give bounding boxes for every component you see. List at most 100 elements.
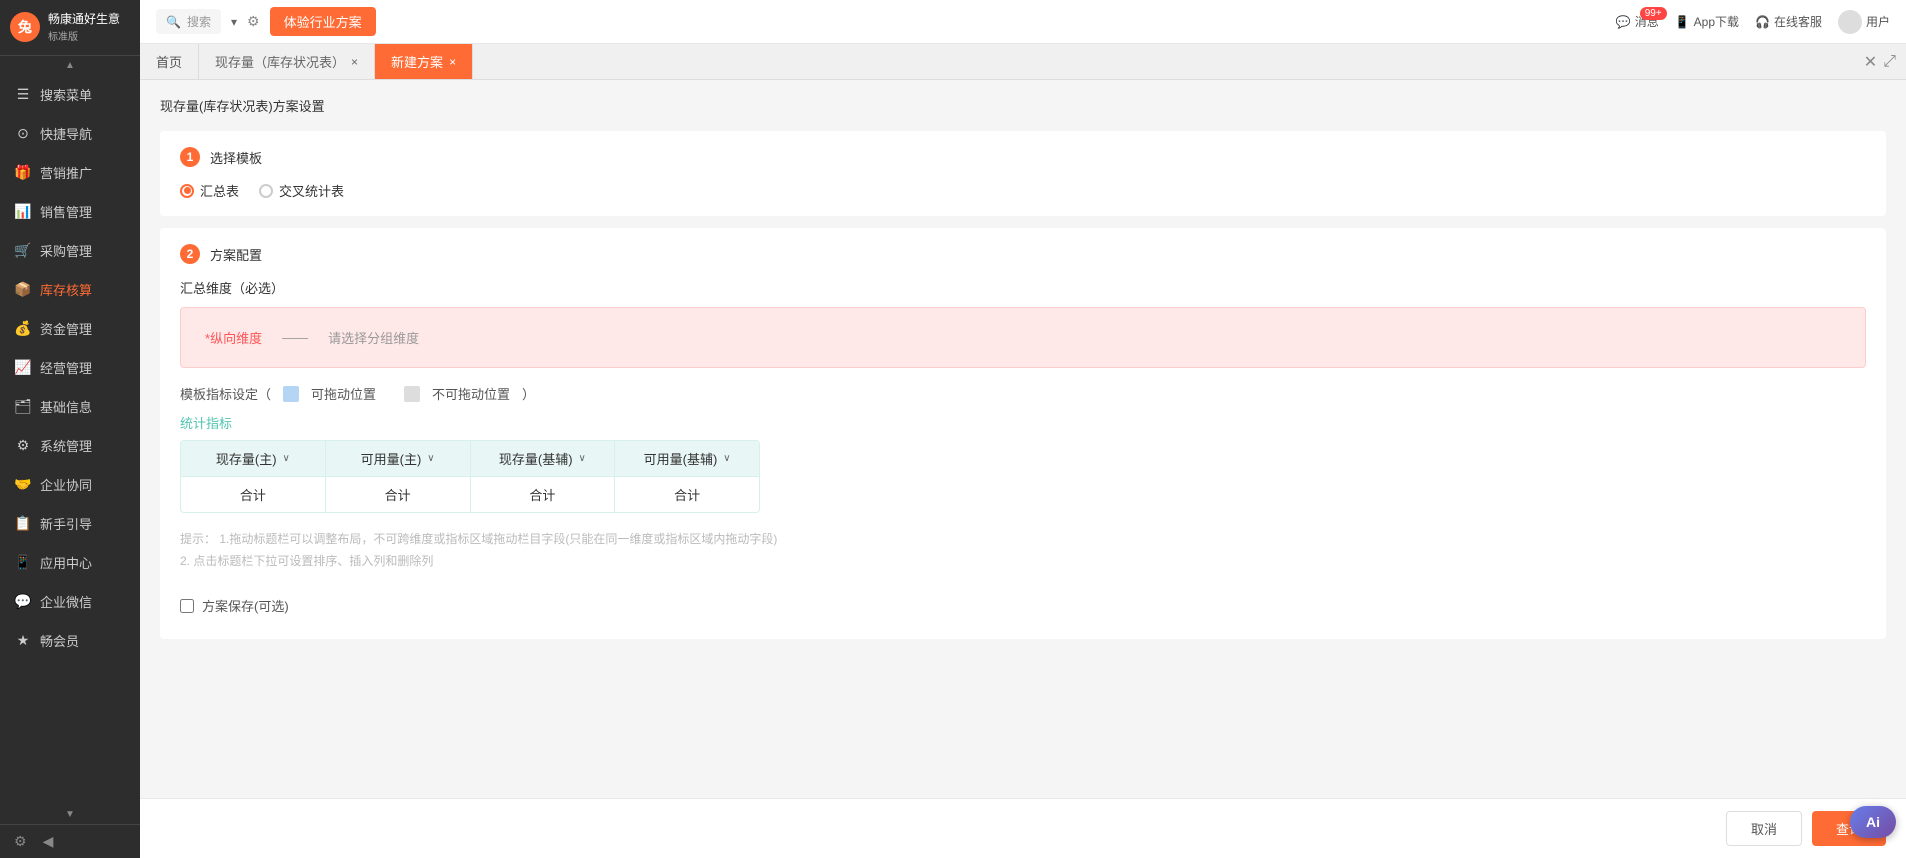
sidebar-item-quicknav[interactable]: ⊙ 快捷导航 [0,114,140,153]
topbar-search[interactable]: 🔍 搜索 [156,9,221,34]
stats-col-1-chevron[interactable]: ∨ [283,453,290,464]
service-button[interactable]: 🎧 在线客服 [1755,13,1822,30]
system-icon: ⚙ [14,436,32,454]
stats-col-3[interactable]: 现存量(基辅) ∨ [471,441,616,476]
sidebar-scroll-down[interactable]: ▼ [0,805,140,824]
dimension-separator: —— [282,330,308,345]
experience-button[interactable]: 体验行业方案 [270,7,376,36]
search-text: 搜索 [187,13,211,30]
radio-cross[interactable] [259,184,273,198]
sidebar-bottom: ⚙ ◀ [0,824,140,858]
tabs-expand-icon[interactable]: ⤢ [1883,53,1896,71]
ai-fab-button[interactable]: Ai [1850,806,1896,838]
user-name: 用户 [1866,13,1890,30]
sidebar-item-operations[interactable]: 📈 经营管理 [0,348,140,387]
stats-table: 现存量(主) ∨ 可用量(主) ∨ 现存量(基辅) ∨ 可用量(基辅) [180,440,760,513]
stats-col-4-chevron[interactable]: ∨ [723,453,730,464]
sidebar-item-weixin[interactable]: 💬 企业微信 [0,582,140,621]
section-template: 1 选择模板 汇总表 交叉统计表 [160,131,1886,216]
guide-icon: 📋 [14,514,32,532]
service-label: 在线客服 [1774,13,1822,30]
tab-home[interactable]: 首页 [140,44,199,79]
sidebar-item-inventory[interactable]: 📦 库存核算 [0,270,140,309]
radio-summary[interactable] [180,184,194,198]
dimension-placeholder: 请选择分组维度 [328,328,419,347]
tab-inventory-status[interactable]: 现存量（库存状况表） × [199,44,375,79]
logo-icon: 兔 [10,12,40,42]
draggable-badge [283,386,299,402]
sidebar-item-system[interactable]: ⚙ 系统管理 [0,426,140,465]
inventory-icon: 📦 [14,280,32,298]
message-button[interactable]: 💬 消息 99+ [1616,13,1659,30]
message-icon: 💬 [1616,15,1631,29]
stats-row: 合计 合计 合计 合计 [181,476,759,512]
tab-new-plan-label: 新建方案 [391,52,443,71]
cancel-button[interactable]: 取消 [1726,811,1802,846]
tabs-bar: 首页 现存量（库存状况表） × 新建方案 × ✕ ⤢ [140,44,1906,80]
message-badge: 99+ [1640,7,1667,20]
sidebar-item-finance[interactable]: 💰 资金管理 [0,309,140,348]
sidebar-item-marketing[interactable]: 🎁 营销推广 [0,153,140,192]
section-config-title: 方案配置 [210,245,262,264]
stats-col-3-chevron[interactable]: ∨ [579,453,586,464]
tab-inventory-label: 现存量（库存状况表） [215,52,345,71]
stats-title: 统计指标 [180,413,1866,432]
stats-header: 现存量(主) ∨ 可用量(主) ∨ 现存量(基辅) ∨ 可用量(基辅) [181,441,759,476]
required-mark: * [205,331,210,346]
sidebar-item-collab[interactable]: 🤝 企业协同 [0,465,140,504]
search-icon: 🔍 [166,15,181,29]
tab-new-plan-close[interactable]: × [449,55,456,69]
headset-icon: 🎧 [1755,15,1770,29]
stats-col-1[interactable]: 现存量(主) ∨ [181,441,326,476]
member-icon: ★ [14,631,32,649]
gear-icon[interactable]: ⚙ [247,13,260,30]
indicator-settings: 模板指标设定（ 可拖动位置 不可拖动位置 ） [180,384,1866,403]
stats-col-2[interactable]: 可用量(主) ∨ [326,441,471,476]
not-draggable-label: 不可拖动位置 [432,384,510,403]
sidebar-item-label: 企业协同 [40,475,92,494]
sidebar-item-sales[interactable]: 📊 销售管理 [0,192,140,231]
dropdown-icon[interactable]: ▾ [231,15,237,29]
app-download-button[interactable]: 📱 App下载 [1675,13,1739,30]
collapse-icon[interactable]: ◀ [43,833,54,850]
sidebar-item-label: 资金管理 [40,319,92,338]
indicator-label: 模板指标设定（ [180,384,271,403]
sidebar-item-member[interactable]: ★ 畅会员 [0,621,140,660]
main-panel: 🔍 搜索 ▾ ⚙ 体验行业方案 💬 消息 99+ 📱 App下载 🎧 在线客服 … [140,0,1906,858]
save-checkbox[interactable] [180,599,194,613]
sidebar-item-basic-info[interactable]: 🗂 基础信息 [0,387,140,426]
sidebar-items: ☰ 搜索菜单 ⊙ 快捷导航 🎁 营销推广 📊 销售管理 🛒 采购管理 📦 库存核… [0,75,140,805]
template-cross[interactable]: 交叉统计表 [259,181,344,200]
sidebar-item-label: 快捷导航 [40,124,92,143]
sidebar-item-appstore[interactable]: 📱 应用中心 [0,543,140,582]
sidebar-item-label: 经营管理 [40,358,92,377]
basic-info-icon: 🗂 [14,397,32,415]
sidebar-item-label: 搜索菜单 [40,85,92,104]
stats-section: 统计指标 现存量(主) ∨ 可用量(主) ∨ 现存量(基辅) [180,413,1866,513]
template-summary[interactable]: 汇总表 [180,181,239,200]
tabs-close-all-icon[interactable]: ✕ [1864,52,1877,72]
topbar: 🔍 搜索 ▾ ⚙ 体验行业方案 💬 消息 99+ 📱 App下载 🎧 在线客服 … [140,0,1906,44]
quicknav-icon: ⊙ [14,124,32,142]
section-template-title: 选择模板 [210,148,262,167]
appstore-icon: 📱 [14,553,32,571]
settings-icon[interactable]: ⚙ [14,833,27,850]
dimension-area[interactable]: *纵向维度 —— 请选择分组维度 [180,307,1866,368]
sidebar-scroll-up[interactable]: ▲ [0,56,140,75]
tab-inventory-close[interactable]: × [351,55,358,69]
tab-new-plan[interactable]: 新建方案 × [375,44,473,79]
sidebar-item-label: 应用中心 [40,553,92,572]
user-menu[interactable]: 用户 [1838,10,1890,34]
sidebar-item-purchase[interactable]: 🛒 采购管理 [0,231,140,270]
sidebar-item-search[interactable]: ☰ 搜索菜单 [0,75,140,114]
section-config-header: 2 方案配置 [180,244,1866,264]
footer: 取消 查询 [140,798,1906,858]
mobile-icon: 📱 [1675,15,1690,29]
logo-sub: 标准版 [48,28,120,43]
tip-2: 2. 点击标题栏下拉可设置排序、插入列和删除列 [180,551,1866,573]
sidebar-item-guide[interactable]: 📋 新手引导 [0,504,140,543]
stats-col-2-chevron[interactable]: ∨ [427,453,434,464]
stats-col-4[interactable]: 可用量(基辅) ∨ [615,441,759,476]
stats-col-2-label: 可用量(主) [361,449,422,468]
indicator-close: ） [522,384,535,403]
